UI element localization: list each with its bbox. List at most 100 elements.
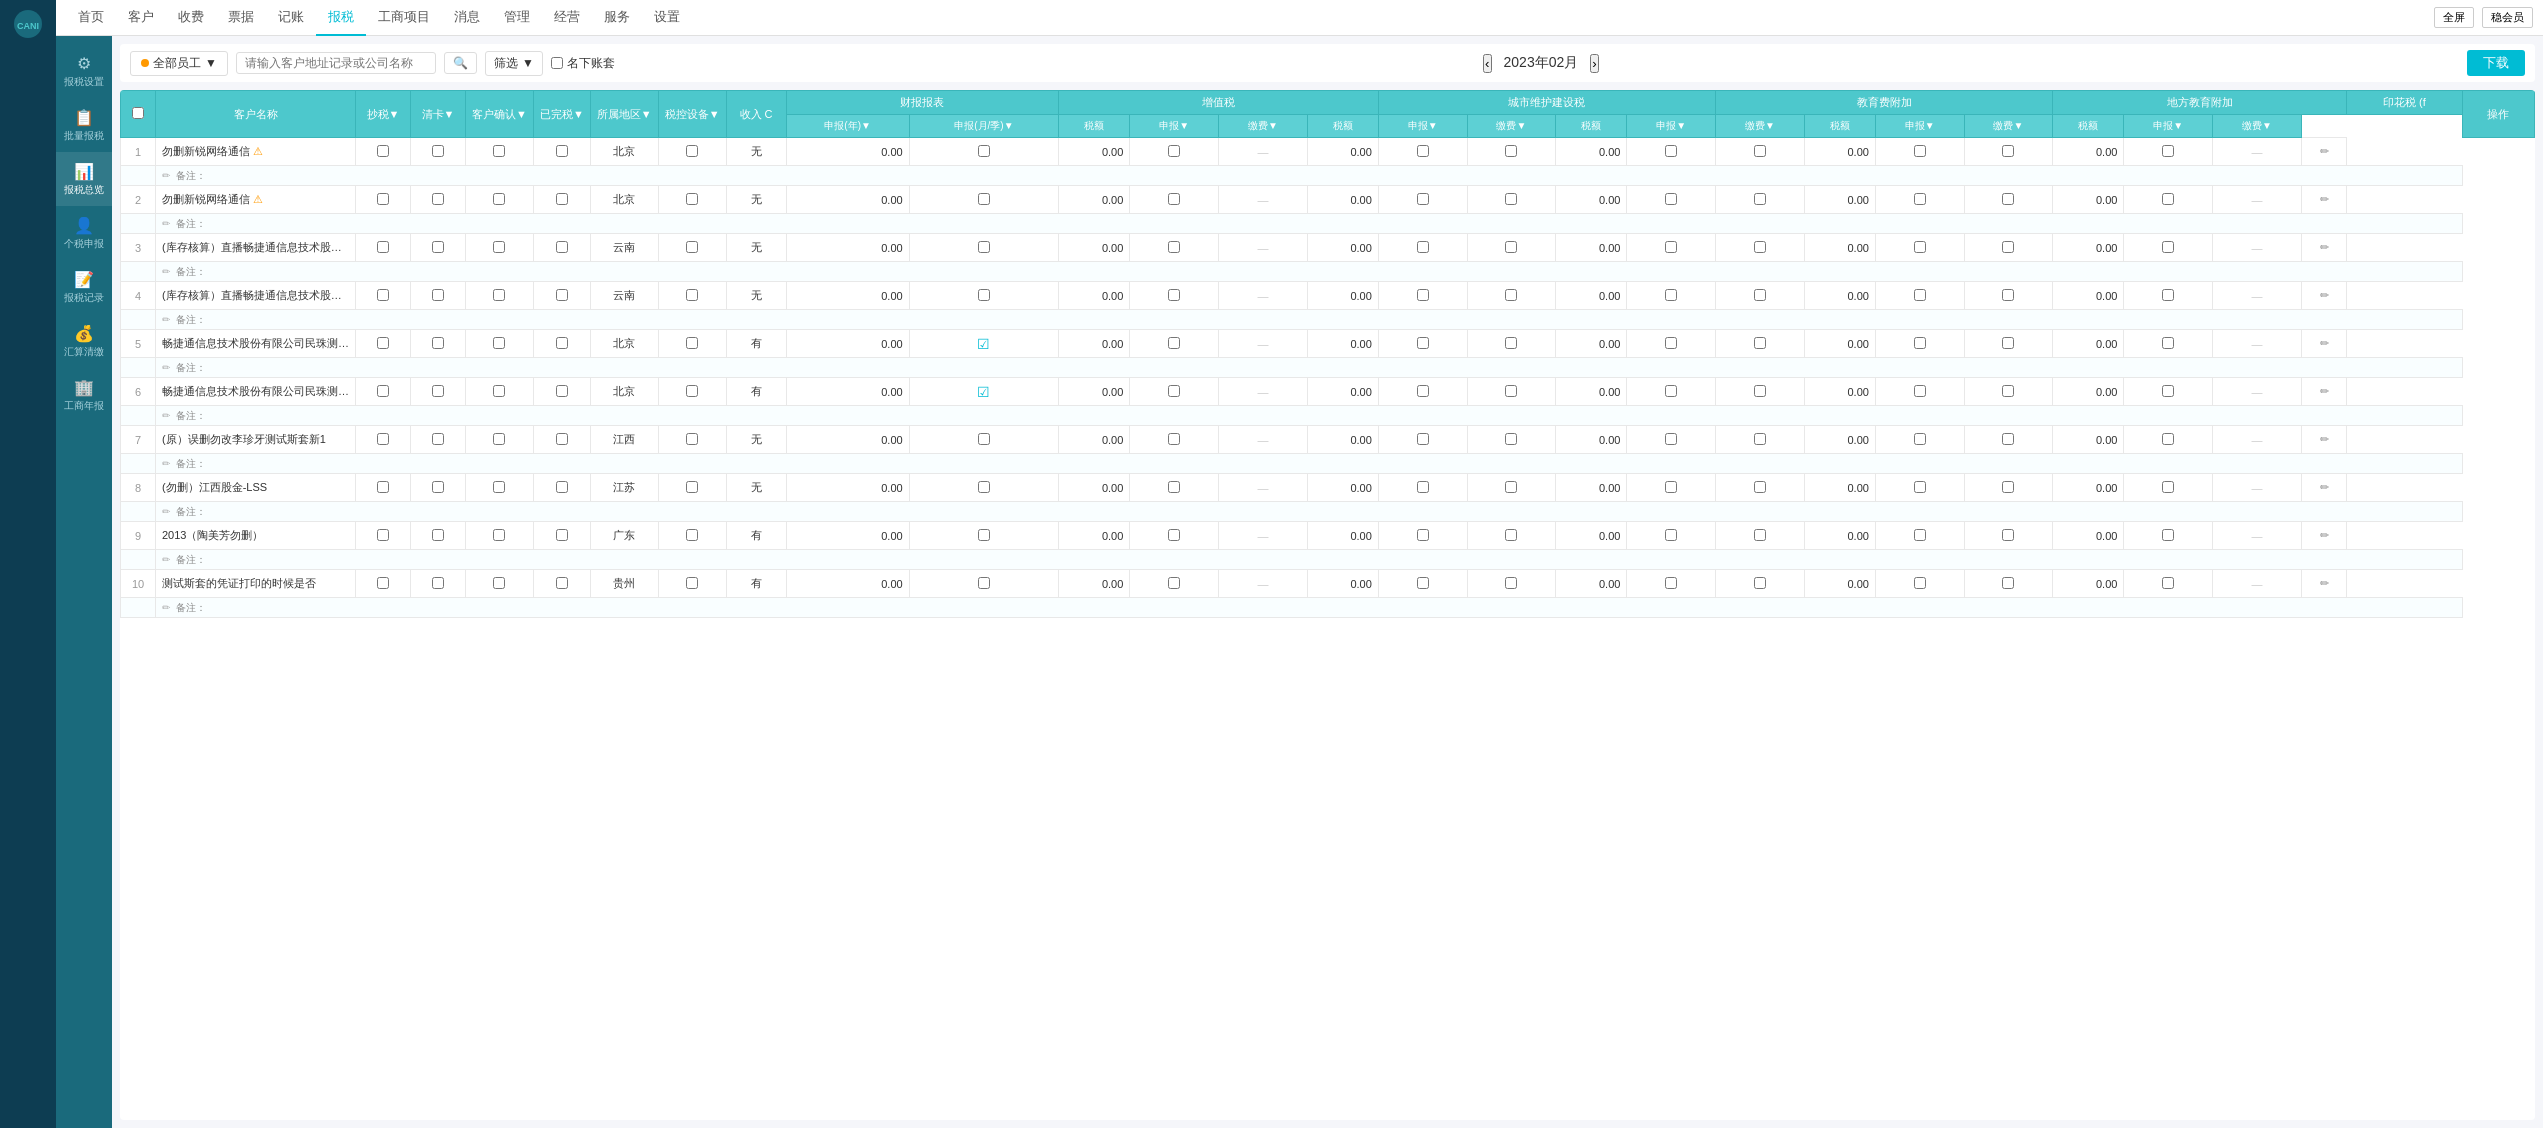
city-pay-checkbox[interactable] [1505,241,1517,253]
edu-declare-checkbox[interactable] [1665,481,1677,493]
row-taxdev[interactable] [658,186,726,214]
qingka-checkbox[interactable] [432,337,444,349]
local-edu-declare-checkbox[interactable] [1914,193,1926,205]
row-edu-pay[interactable] [1716,474,1805,502]
row-city-pay[interactable] [1467,570,1556,598]
row-stamp-pay[interactable]: — [2213,570,2302,598]
nav-tax[interactable]: 报税 [316,0,366,36]
financial-monthly-checkbox[interactable] [978,481,990,493]
row-vat-pay[interactable]: — [1219,474,1308,502]
row-local-edu-declare[interactable] [1875,570,1964,598]
row-local-edu-pay[interactable] [1964,330,2053,358]
search-input[interactable] [236,52,436,74]
row-city-pay[interactable] [1467,282,1556,310]
row-confirm[interactable] [466,474,534,502]
row-city-declare[interactable] [1378,330,1467,358]
row-edu-declare[interactable] [1627,570,1716,598]
financial-monthly-checkbox[interactable] [978,193,990,205]
note-cell[interactable]: ✏ 备注： [156,310,2463,330]
row-qingka[interactable] [411,522,466,550]
done-checkbox[interactable] [556,577,568,589]
nav-operation[interactable]: 经营 [542,0,592,36]
vat-declare-checkbox[interactable] [1168,577,1180,589]
row-chaoshui[interactable] [356,282,411,310]
note-cell[interactable]: ✏ 备注： [156,166,2463,186]
done-checkbox[interactable] [556,289,568,301]
stamp-declare-checkbox[interactable] [2162,241,2174,253]
row-action[interactable]: ✏ [2301,378,2346,406]
city-declare-checkbox[interactable] [1417,481,1429,493]
row-edu-declare[interactable] [1627,282,1716,310]
edit-icon[interactable]: ✏ [2320,337,2329,349]
row-vat-pay[interactable]: — [1219,330,1308,358]
edit-icon[interactable]: ✏ [2320,145,2329,157]
stamp-declare-checkbox[interactable] [2162,433,2174,445]
row-done[interactable] [533,186,590,214]
row-stamp-pay[interactable]: — [2213,138,2302,166]
edu-declare-checkbox[interactable] [1665,145,1677,157]
local-edu-declare-checkbox[interactable] [1914,481,1926,493]
financial-monthly-checkbox[interactable] [978,433,990,445]
row-financial-monthly[interactable] [909,474,1059,502]
nav-settings[interactable]: 设置 [642,0,692,36]
search-button[interactable]: 🔍 [444,52,477,74]
side-menu-tax-record[interactable]: 📝 报税记录 [56,260,112,314]
row-local-edu-pay[interactable] [1964,234,2053,262]
row-taxdev[interactable] [658,570,726,598]
taxdev-checkbox[interactable] [686,193,698,205]
row-city-declare[interactable] [1378,426,1467,454]
row-city-declare[interactable] [1378,138,1467,166]
confirm-checkbox[interactable] [493,145,505,157]
edit-icon[interactable]: ✏ [2320,241,2329,253]
stamp-declare-checkbox[interactable] [2162,481,2174,493]
row-qingka[interactable] [411,426,466,454]
note-cell[interactable]: ✏ 备注： [156,262,2463,282]
edu-declare-checkbox[interactable] [1665,577,1677,589]
city-pay-checkbox[interactable] [1505,529,1517,541]
local-edu-pay-checkbox[interactable] [2002,289,2014,301]
row-confirm[interactable] [466,426,534,454]
taxdev-checkbox[interactable] [686,241,698,253]
row-edu-declare[interactable] [1627,138,1716,166]
nav-business[interactable]: 工商项目 [366,0,442,36]
local-edu-pay-checkbox[interactable] [2002,337,2014,349]
financial-monthly-checkbox[interactable] [978,145,990,157]
row-financial-monthly[interactable] [909,234,1059,262]
row-vat-pay[interactable]: — [1219,570,1308,598]
row-customer-name[interactable]: (库存核算）直播畅捷通信息技术股份有限...⚠ [156,234,356,262]
note-cell[interactable]: ✏ 备注： [156,550,2463,570]
nav-service[interactable]: 服务 [592,0,642,36]
row-action[interactable]: ✏ [2301,474,2346,502]
row-chaoshui[interactable] [356,234,411,262]
chaoshui-checkbox[interactable] [377,481,389,493]
row-city-pay[interactable] [1467,522,1556,550]
done-checkbox[interactable] [556,433,568,445]
local-edu-declare-checkbox[interactable] [1914,385,1926,397]
row-customer-name[interactable]: 勿删新锐网络通信⚠ [156,186,356,214]
row-stamp-declare[interactable] [2124,234,2213,262]
edu-declare-checkbox[interactable] [1665,337,1677,349]
vat-declare-checkbox[interactable] [1168,241,1180,253]
qingka-checkbox[interactable] [432,289,444,301]
row-customer-name[interactable]: 测试斯套的凭证打印的时候是否 [156,570,356,598]
row-financial-monthly[interactable] [909,570,1059,598]
row-city-pay[interactable] [1467,186,1556,214]
done-checkbox[interactable] [556,193,568,205]
row-stamp-declare[interactable] [2124,138,2213,166]
row-stamp-pay[interactable]: — [2213,330,2302,358]
row-done[interactable] [533,474,590,502]
row-local-edu-pay[interactable] [1964,282,2053,310]
row-stamp-declare[interactable] [2124,378,2213,406]
taxdev-checkbox[interactable] [686,145,698,157]
side-menu-batch-tax[interactable]: 📋 批量报税 [56,98,112,152]
chaoshui-checkbox[interactable] [377,145,389,157]
row-action[interactable]: ✏ [2301,234,2346,262]
city-declare-checkbox[interactable] [1417,193,1429,205]
row-edu-declare[interactable] [1627,426,1716,454]
row-city-pay[interactable] [1467,330,1556,358]
download-button[interactable]: 下载 [2467,50,2525,76]
row-customer-name[interactable]: 勿删新锐网络通信⚠ [156,138,356,166]
done-checkbox[interactable] [556,145,568,157]
row-action[interactable]: ✏ [2301,186,2346,214]
city-declare-checkbox[interactable] [1417,289,1429,301]
